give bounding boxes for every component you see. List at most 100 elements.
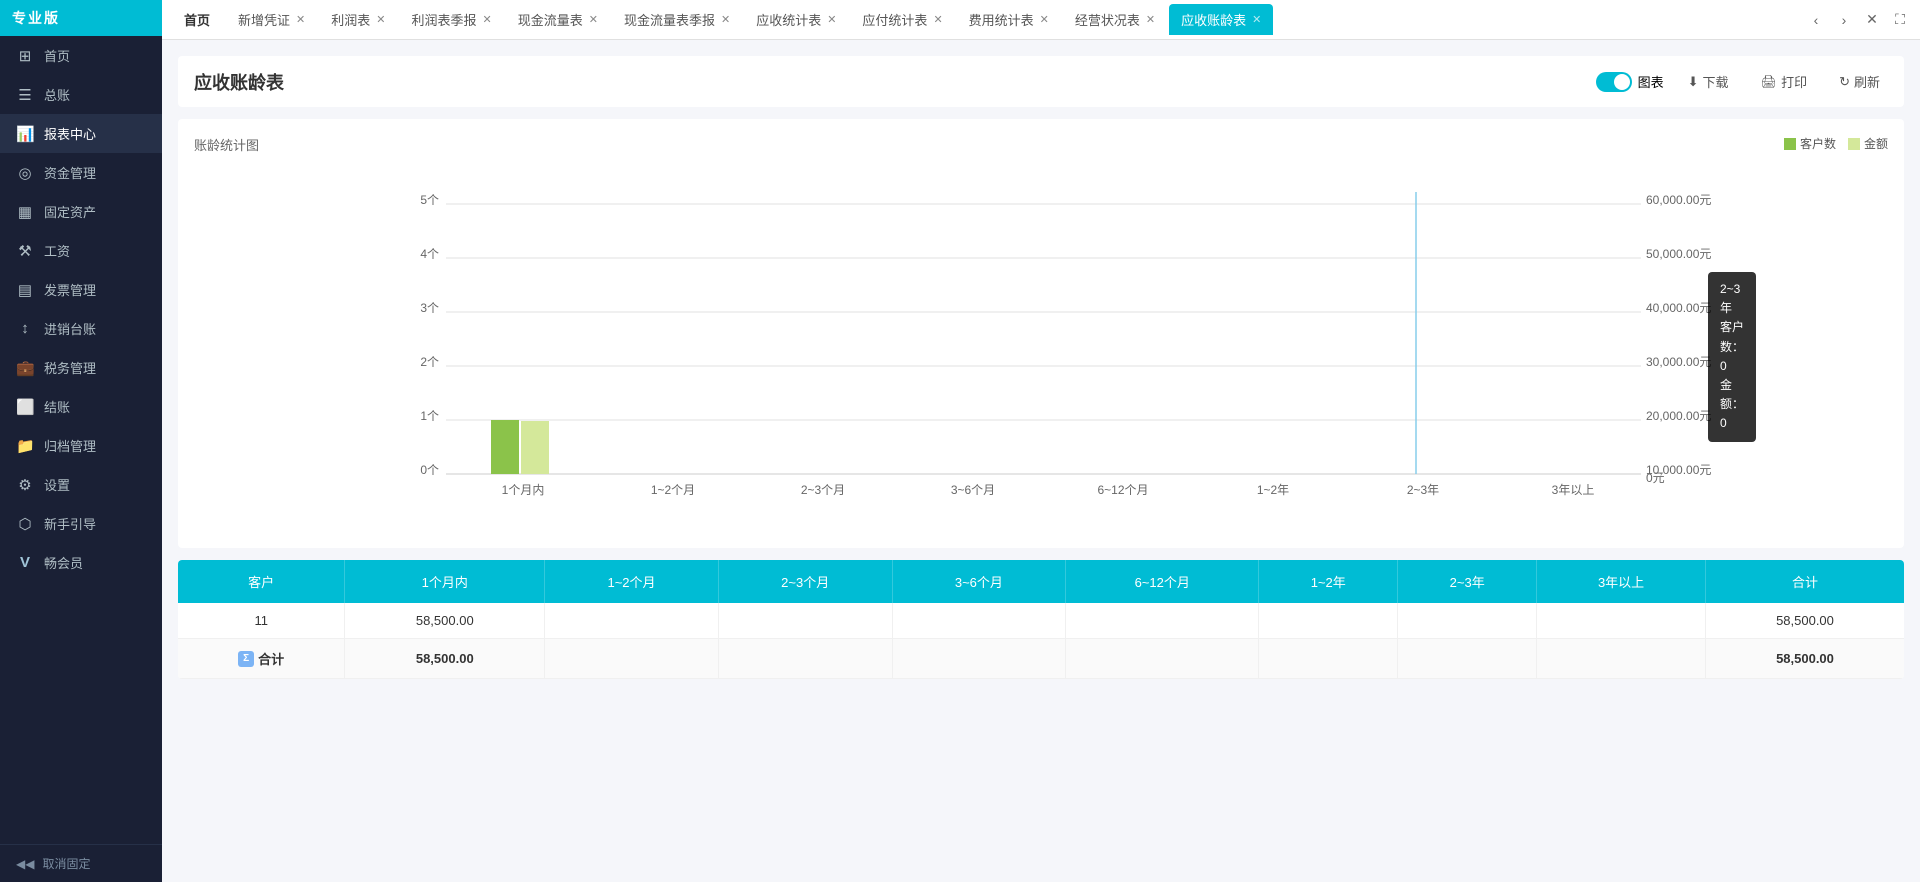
cell-customer: 11 xyxy=(178,603,345,639)
tab-voucher[interactable]: 新增凭证 ✕ xyxy=(226,4,317,35)
sidebar-item-closing[interactable]: ⬜ 结账 xyxy=(0,387,162,426)
th-y12: 1~2年 xyxy=(1259,560,1398,603)
tabbar: 首页 新增凭证 ✕ 利润表 ✕ 利润表季报 ✕ 现金流量表 ✕ 现金流量表季报 … xyxy=(162,0,1920,40)
sidebar-item-ledger[interactable]: ☰ 总账 xyxy=(0,75,162,114)
tab-close-profit[interactable]: ✕ xyxy=(376,13,385,26)
svg-text:3年以上: 3年以上 xyxy=(1552,483,1595,497)
tab-close-payable-stat[interactable]: ✕ xyxy=(933,13,942,26)
chart-svg-element: 5个 4个 3个 2个 1个 0个 60,000.00元 50,000.00元 … xyxy=(194,162,1888,532)
th-y3plus: 3年以上 xyxy=(1537,560,1706,603)
svg-text:1~2个月: 1~2个月 xyxy=(651,483,695,497)
tab-close-expense-stat[interactable]: ✕ xyxy=(1040,13,1049,26)
tab-close-profit-quarter[interactable]: ✕ xyxy=(483,13,492,26)
tab-close-voucher[interactable]: ✕ xyxy=(296,13,305,26)
tab-receivable-stat[interactable]: 应收统计表 ✕ xyxy=(744,4,848,35)
legend-customer: 客户数 xyxy=(1784,135,1836,152)
svg-text:3~6个月: 3~6个月 xyxy=(951,483,995,497)
refresh-button[interactable]: ↻ 刷新 xyxy=(1831,68,1888,95)
sidebar-item-guide[interactable]: ⬡ 新手引导 xyxy=(0,504,162,543)
sidebar-item-assets[interactable]: ▦ 固定资产 xyxy=(0,192,162,231)
print-button[interactable]: 🖨 打印 xyxy=(1753,68,1816,95)
svg-text:0个: 0个 xyxy=(420,463,439,477)
invoice-icon: ▤ xyxy=(16,281,34,299)
sidebar-item-reports[interactable]: 📊 报表中心 xyxy=(0,114,162,153)
tab-cashflow[interactable]: 现金流量表 ✕ xyxy=(506,4,610,35)
legend-customer-label: 客户数 xyxy=(1800,135,1836,152)
tab-close-receivable-stat[interactable]: ✕ xyxy=(827,13,836,26)
sidebar-item-stock[interactable]: ↕ 进销台账 xyxy=(0,309,162,348)
sidebar-item-archive[interactable]: 📁 归档管理 xyxy=(0,426,162,465)
tab-payable-stat[interactable]: 应付统计表 ✕ xyxy=(850,4,954,35)
tab-close-cashflow[interactable]: ✕ xyxy=(589,13,598,26)
sidebar-item-home[interactable]: ⊞ 首页 xyxy=(0,36,162,75)
svg-text:50,000.00元: 50,000.00元 xyxy=(1646,247,1711,261)
sidebar-toggle-pin[interactable]: ◀◀ 取消固定 xyxy=(0,844,162,882)
settings-icon: ⚙ xyxy=(16,476,34,494)
sidebar-item-settings[interactable]: ⚙ 设置 xyxy=(0,465,162,504)
table-header-row: 客户 1个月内 1~2个月 2~3个月 3~6个月 6~12个月 1~2年 2~… xyxy=(178,560,1904,603)
svg-text:2~3年: 2~3年 xyxy=(1407,483,1439,497)
legend-customer-color xyxy=(1784,138,1796,150)
chart-svg: 5个 4个 3个 2个 1个 0个 60,000.00元 50,000.00元 … xyxy=(194,162,1888,532)
th-m612: 6~12个月 xyxy=(1066,560,1259,603)
total-m23 xyxy=(718,639,892,679)
aging-table: 客户 1个月内 1~2个月 2~3个月 3~6个月 6~12个月 1~2年 2~… xyxy=(178,560,1904,679)
tabbar-controls: ‹ › ✕ ⛶ xyxy=(1804,8,1912,32)
tab-fullscreen-button[interactable]: ⛶ xyxy=(1888,8,1912,32)
chart-legend: 客户数 金额 xyxy=(1784,135,1888,152)
tab-home[interactable]: 首页 xyxy=(170,4,224,35)
table-total-row: Σ 合计 58,500.00 58,500.00 xyxy=(178,639,1904,679)
svg-text:40,000.00元: 40,000.00元 xyxy=(1646,301,1711,315)
sidebar-item-vip[interactable]: V 畅会员 xyxy=(0,543,162,582)
closing-icon: ⬜ xyxy=(16,398,34,416)
chart-container: 账龄统计图 客户数 金额 5个 4个 3个 2个 1个 xyxy=(178,119,1904,548)
sidebar-item-invoice[interactable]: ▤ 发票管理 xyxy=(0,270,162,309)
total-icon: Σ xyxy=(238,651,254,667)
sidebar-item-tax[interactable]: 💼 税务管理 xyxy=(0,348,162,387)
tab-close-cashflow-quarter[interactable]: ✕ xyxy=(721,13,730,26)
cell-y23 xyxy=(1398,603,1537,639)
cell-y12 xyxy=(1259,603,1398,639)
th-m12: 1~2个月 xyxy=(545,560,719,603)
th-y23: 2~3年 xyxy=(1398,560,1537,603)
tab-profit-quarter[interactable]: 利润表季报 ✕ xyxy=(399,4,503,35)
tab-business-stat[interactable]: 经营状况表 ✕ xyxy=(1063,4,1167,35)
tab-close-all-button[interactable]: ✕ xyxy=(1860,8,1884,32)
print-icon: 🖨 xyxy=(1761,74,1778,90)
pin-icon: ◀◀ xyxy=(16,857,34,871)
table-container: 客户 1个月内 1~2个月 2~3个月 3~6个月 6~12个月 1~2年 2~… xyxy=(178,560,1904,679)
chart-toggle-wrap: 图表 xyxy=(1596,72,1664,92)
tax-icon: 💼 xyxy=(16,359,34,377)
chart-toggle-label: 图表 xyxy=(1638,72,1664,91)
legend-amount-color xyxy=(1848,138,1860,150)
th-m36: 3~6个月 xyxy=(892,560,1066,603)
total-y3plus xyxy=(1537,639,1706,679)
tab-cashflow-quarter[interactable]: 现金流量表季报 ✕ xyxy=(612,4,742,35)
svg-text:2~3个月: 2~3个月 xyxy=(801,483,845,497)
total-y12 xyxy=(1259,639,1398,679)
svg-text:6~12个月: 6~12个月 xyxy=(1097,483,1148,497)
tab-profit[interactable]: 利润表 ✕ xyxy=(319,4,397,35)
tab-receivable-aging[interactable]: 应收账龄表 ✕ xyxy=(1169,4,1273,35)
logo: 专业版 xyxy=(0,0,162,36)
svg-text:1~2年: 1~2年 xyxy=(1257,483,1289,497)
tab-expense-stat[interactable]: 费用统计表 ✕ xyxy=(957,4,1061,35)
tab-close-receivable-aging[interactable]: ✕ xyxy=(1252,13,1261,26)
legend-amount: 金额 xyxy=(1848,135,1888,152)
svg-text:1个月内: 1个月内 xyxy=(502,483,545,497)
tab-close-business-stat[interactable]: ✕ xyxy=(1146,13,1155,26)
sidebar-item-funds[interactable]: ◎ 资金管理 xyxy=(0,153,162,192)
cell-m1: 58,500.00 xyxy=(345,603,545,639)
chart-toggle[interactable] xyxy=(1596,72,1632,92)
sidebar-item-salary[interactable]: ⚒ 工资 xyxy=(0,231,162,270)
tab-prev-button[interactable]: ‹ xyxy=(1804,8,1828,32)
total-m36 xyxy=(892,639,1066,679)
tab-next-button[interactable]: › xyxy=(1832,8,1856,32)
archive-icon: 📁 xyxy=(16,437,34,455)
cell-m23 xyxy=(718,603,892,639)
svg-text:60,000.00元: 60,000.00元 xyxy=(1646,193,1711,207)
salary-icon: ⚒ xyxy=(16,242,34,260)
sidebar: 专业版 ⊞ 首页 ☰ 总账 📊 报表中心 ◎ 资金管理 ▦ 固定资产 ⚒ 工资 … xyxy=(0,0,162,882)
total-label-cell: Σ 合计 xyxy=(178,639,345,679)
download-button[interactable]: ⬇ 下载 xyxy=(1680,68,1737,95)
